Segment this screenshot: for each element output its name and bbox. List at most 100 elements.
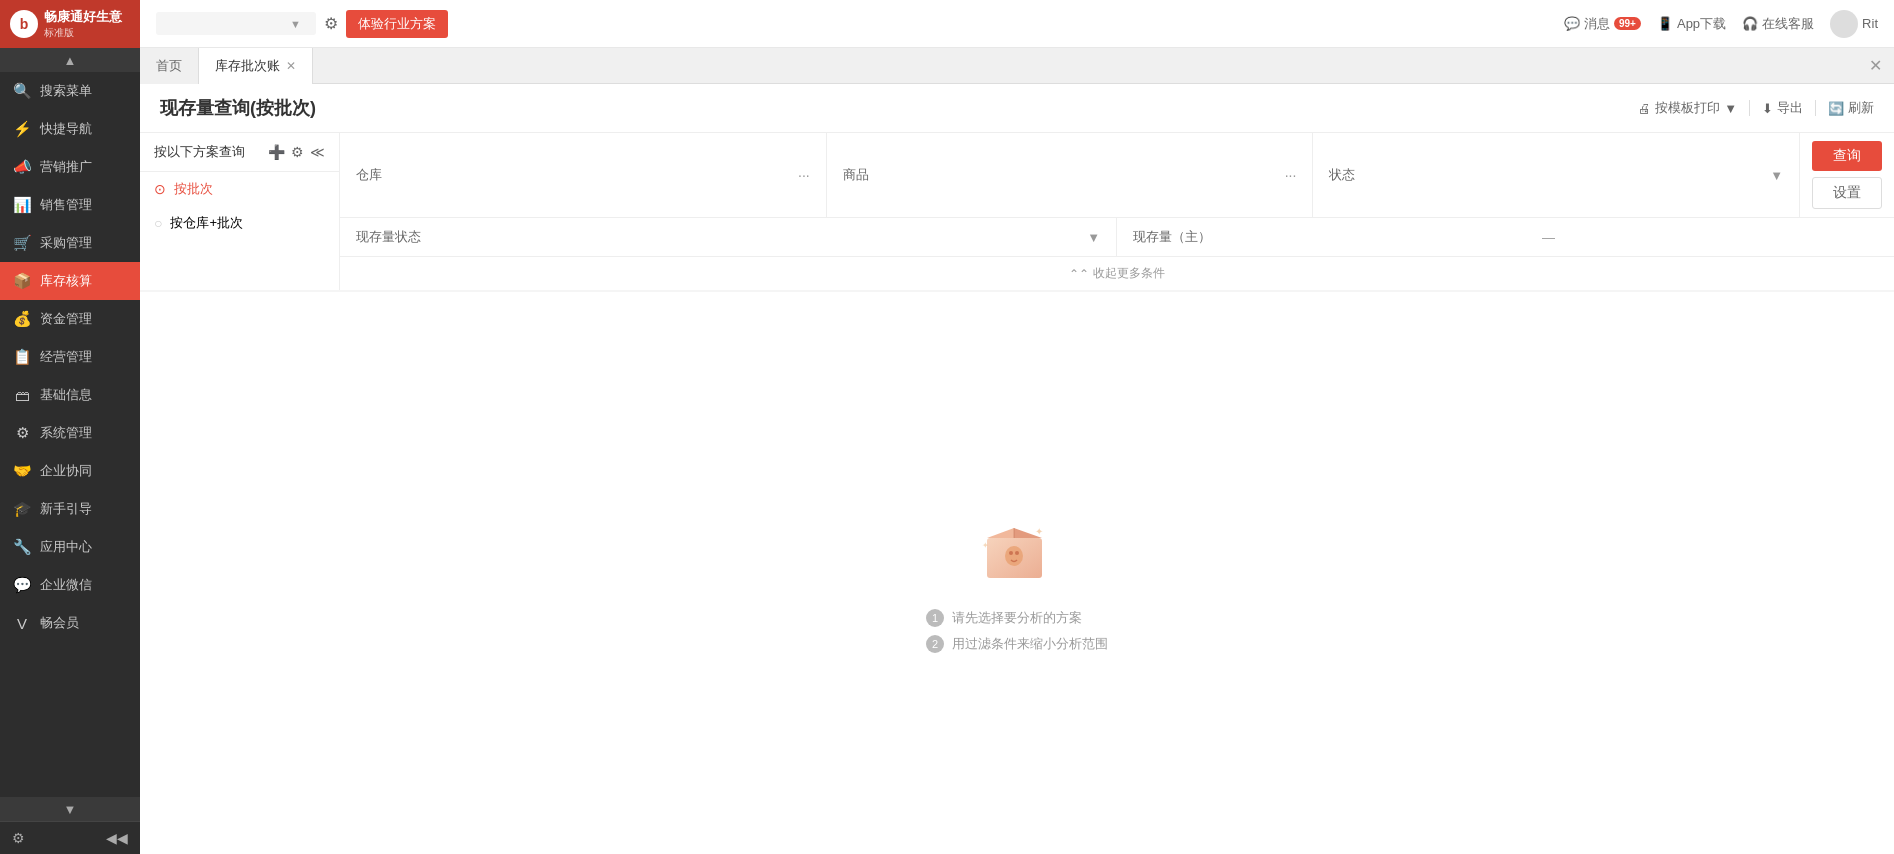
sidebar-item-member-label: 畅会员 — [40, 614, 79, 632]
left-filter-header: 按以下方案查询 ➕ ⚙ ≪ — [140, 133, 339, 172]
print-btn[interactable]: 🖨 按模板打印 ▼ — [1638, 99, 1737, 117]
sidebar-item-search[interactable]: 🔍 搜索菜单 — [0, 72, 140, 110]
product-more-icon[interactable]: ··· — [1285, 167, 1297, 183]
app-download-action[interactable]: 📱 App下载 — [1657, 15, 1726, 33]
main-area: ▼ ⚙ 体验行业方案 💬 消息 99+ 📱 App下载 🎧 在线客服 Rit — [140, 0, 1894, 854]
step-1-num: 1 — [926, 609, 944, 627]
sidebar-item-sales[interactable]: 📊 销售管理 — [0, 186, 140, 224]
sidebar-item-purchase-label: 采购管理 — [40, 234, 92, 252]
sales-icon: 📊 — [12, 196, 32, 214]
status-filter-cell: 状态 ▼ — [1313, 133, 1799, 217]
inventory-status-label: 现存量状态 — [356, 228, 421, 246]
print-label: 按模板打印 — [1655, 99, 1720, 117]
operation-icon: 📋 — [12, 348, 32, 366]
sidebar-item-operation[interactable]: 📋 经营管理 — [0, 338, 140, 376]
sidebar-scroll-up[interactable]: ▲ — [0, 48, 140, 72]
sidebar-item-appstore[interactable]: 🔧 应用中心 — [0, 528, 140, 566]
page-header: 现存量查询(按批次) 🖨 按模板打印 ▼ ⬇ 导出 🔄 刷新 — [140, 84, 1894, 133]
export-btn[interactable]: ⬇ 导出 — [1762, 99, 1803, 117]
collapse-sidebar-icon[interactable]: ◀◀ — [106, 830, 128, 846]
warehouse-label: 仓库 — [356, 166, 382, 184]
empty-illustration: ✦ ✦ — [967, 493, 1067, 593]
step-2-text: 用过滤条件来缩小分析范围 — [952, 635, 1108, 653]
tab-close-icon[interactable]: ✕ — [286, 59, 296, 73]
app-title-area: 畅康通好生意 标准版 — [44, 9, 122, 39]
sidebar-item-wechat[interactable]: 💬 企业微信 — [0, 566, 140, 604]
radio-inactive-icon: ○ — [154, 215, 162, 231]
sidebar-item-enterprise[interactable]: 🤝 企业协同 — [0, 452, 140, 490]
online-service-action[interactable]: 🎧 在线客服 — [1742, 15, 1814, 33]
settings-footer-icon[interactable]: ⚙ — [12, 830, 25, 846]
sidebar-item-system[interactable]: ⚙ 系统管理 — [0, 414, 140, 452]
close-all-tabs-icon[interactable]: ✕ — [1869, 56, 1882, 75]
tab-home-label: 首页 — [156, 57, 182, 75]
status-label: 状态 — [1329, 166, 1355, 184]
warehouse-input[interactable] — [390, 168, 790, 183]
filter-section: 按以下方案查询 ➕ ⚙ ≪ ⊙ 按批次 ○ 按仓库+批次 — [140, 133, 1894, 290]
filter-option-batch[interactable]: ⊙ 按批次 — [140, 172, 339, 206]
status-input[interactable] — [1363, 168, 1762, 183]
topbar-left: ▼ ⚙ 体验行业方案 — [156, 10, 1552, 38]
inventory-status-dropdown-icon[interactable]: ▼ — [1087, 230, 1100, 245]
sidebar-scroll-down[interactable]: ▼ — [0, 797, 140, 821]
sidebar-item-quicknav-label: 快捷导航 — [40, 120, 92, 138]
filter-row-1: 仓库 ··· 商品 ··· 状态 — [340, 133, 1894, 218]
sidebar-item-finance[interactable]: 💰 资金管理 — [0, 300, 140, 338]
topbar-settings-icon[interactable]: ⚙ — [324, 14, 338, 33]
filter-fields: 仓库 ··· 商品 ··· 状态 — [340, 133, 1799, 217]
settings-button[interactable]: 设置 — [1812, 177, 1882, 209]
tabs-bar: 首页 库存批次账 ✕ ✕ — [140, 48, 1894, 84]
export-icon: ⬇ — [1762, 101, 1773, 116]
sidebar-item-member[interactable]: V 畅会员 — [0, 604, 140, 642]
search-dropdown-icon[interactable]: ▼ — [290, 18, 301, 30]
svg-point-6 — [1015, 551, 1019, 555]
enterprise-icon: 🤝 — [12, 462, 32, 480]
sidebar-item-purchase[interactable]: 🛒 采购管理 — [0, 224, 140, 262]
user-area[interactable]: Rit — [1830, 10, 1878, 38]
query-button[interactable]: 查询 — [1812, 141, 1882, 171]
query-area: 仓库 ··· 商品 ··· 状态 — [340, 133, 1894, 290]
collapse-left-icon[interactable]: ≪ — [310, 144, 325, 160]
sidebar-item-quicknav[interactable]: ⚡ 快捷导航 — [0, 110, 140, 148]
sidebar-item-inventory[interactable]: 📦 库存核算 — [0, 262, 140, 300]
svg-point-4 — [1005, 546, 1023, 566]
sidebar-item-finance-label: 资金管理 — [40, 310, 92, 328]
warehouse-filter-cell: 仓库 ··· — [340, 133, 827, 217]
message-action[interactable]: 💬 消息 99+ — [1564, 15, 1641, 33]
topbar-search-input[interactable] — [166, 16, 286, 31]
sidebar-item-operation-label: 经营管理 — [40, 348, 92, 366]
sidebar-item-marketing[interactable]: 📣 营销推广 — [0, 148, 140, 186]
inventory-qty-label: 现存量（主） — [1133, 228, 1211, 246]
product-input[interactable] — [877, 168, 1277, 183]
left-filter-panel: 按以下方案查询 ➕ ⚙ ≪ ⊙ 按批次 ○ 按仓库+批次 — [140, 133, 340, 290]
refresh-label: 刷新 — [1848, 99, 1874, 117]
refresh-icon: 🔄 — [1828, 101, 1844, 116]
page-title: 现存量查询(按批次) — [160, 96, 316, 120]
add-filter-icon[interactable]: ➕ — [268, 144, 285, 160]
filter-option-batch-label: 按批次 — [174, 180, 213, 198]
topbar-search-area[interactable]: ▼ — [156, 12, 316, 35]
refresh-btn[interactable]: 🔄 刷新 — [1828, 99, 1874, 117]
config-filter-icon[interactable]: ⚙ — [291, 144, 304, 160]
status-dropdown-icon[interactable]: ▼ — [1770, 168, 1783, 183]
svg-text:✦: ✦ — [1035, 526, 1043, 537]
sidebar-item-newuser[interactable]: 🎓 新手引导 — [0, 490, 140, 528]
sidebar-item-system-label: 系统管理 — [40, 424, 92, 442]
quicknav-icon: ⚡ — [12, 120, 32, 138]
filter-option-warehouse-batch[interactable]: ○ 按仓库+批次 — [140, 206, 339, 240]
tab-home[interactable]: 首页 — [140, 48, 199, 84]
export-label: 导出 — [1777, 99, 1803, 117]
page-content: 现存量查询(按批次) 🖨 按模板打印 ▼ ⬇ 导出 🔄 刷新 — [140, 84, 1894, 854]
marketing-icon: 📣 — [12, 158, 32, 176]
tab-inventory-batch[interactable]: 库存批次账 ✕ — [199, 48, 313, 84]
empty-instructions: 1 请先选择要分析的方案 2 用过滤条件来缩小分析范围 — [926, 609, 1108, 653]
collapse-row[interactable]: ⌃⌃ 收起更多条件 — [340, 257, 1894, 290]
newuser-icon: 🎓 — [12, 500, 32, 518]
experience-btn[interactable]: 体验行业方案 — [346, 10, 448, 38]
inventory-status-select[interactable] — [429, 230, 1079, 245]
tab-inventory-batch-label: 库存批次账 — [215, 57, 280, 75]
message-badge: 99+ — [1614, 17, 1641, 30]
step-1-text: 请先选择要分析的方案 — [952, 609, 1082, 627]
sidebar-item-basic[interactable]: 🗃 基础信息 — [0, 376, 140, 414]
warehouse-more-icon[interactable]: ··· — [798, 167, 810, 183]
